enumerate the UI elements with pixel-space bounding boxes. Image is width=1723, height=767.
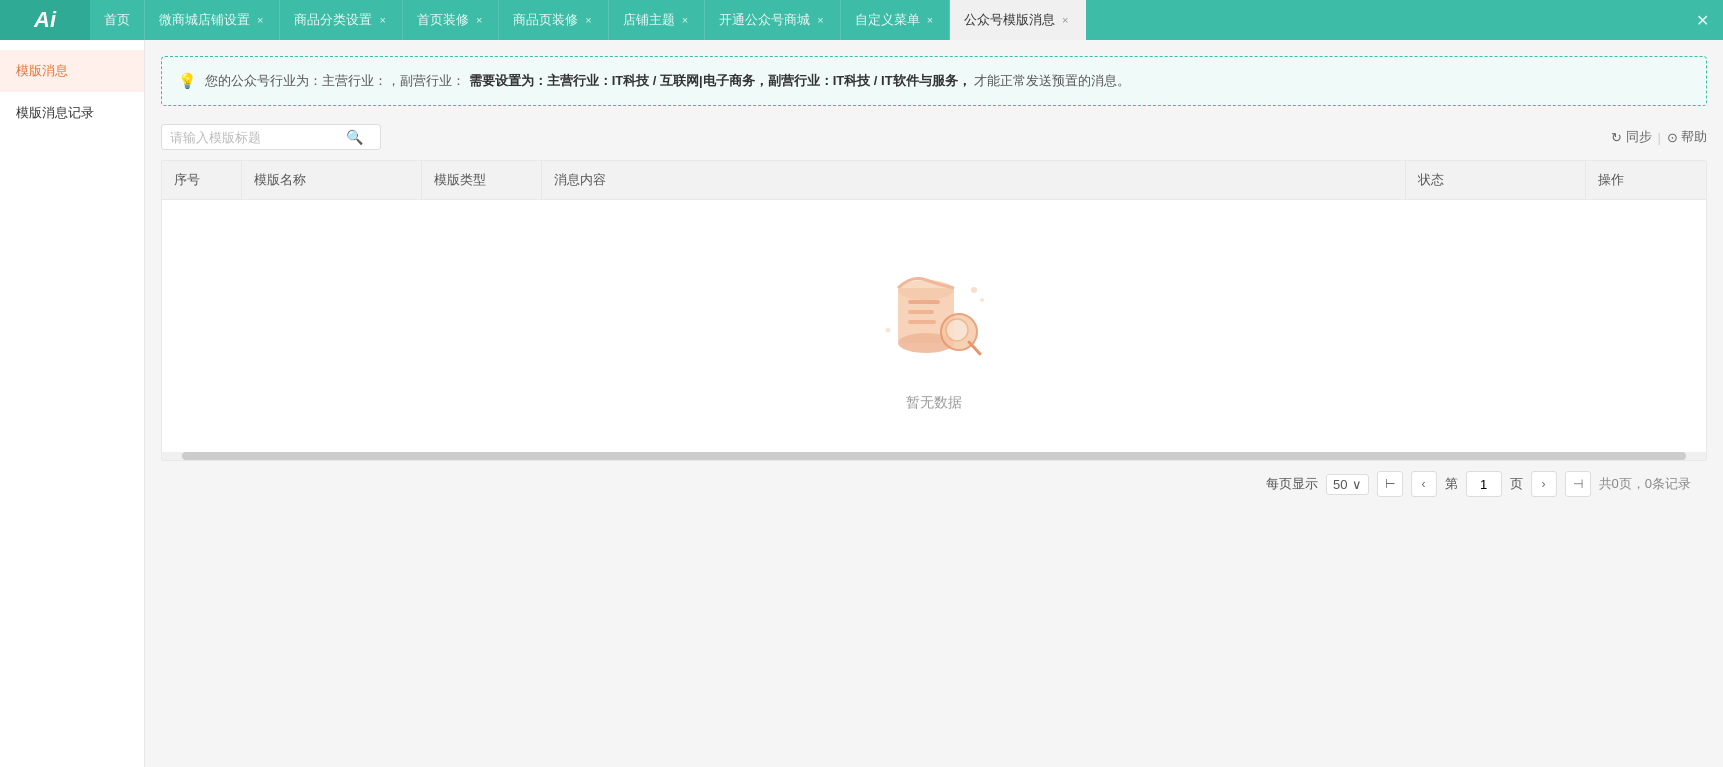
tab-close-icon[interactable]: × — [815, 14, 825, 27]
tab-bar: 首页微商城店铺设置×商品分类设置×首页装修×商品页装修×店铺主题×开通公众号商城… — [90, 0, 1682, 40]
notice-icon: 💡 — [178, 69, 197, 93]
data-table: 序号模版名称模版类型消息内容状态操作 — [161, 160, 1707, 461]
horizontal-scrollbar[interactable] — [162, 452, 1706, 460]
notice-box: 💡 您的公众号行业为：主营行业：，副营行业： 需要设置为：主营行业：IT科技 /… — [161, 56, 1707, 106]
search-box[interactable]: 🔍 — [161, 124, 381, 150]
tab-label: 店铺主题 — [623, 11, 675, 29]
th-content: 消息内容 — [542, 161, 1406, 199]
tab-close-icon[interactable]: × — [925, 14, 935, 27]
toolbar: 🔍 ↻ 同步 | ⊙ 帮助 — [161, 124, 1707, 150]
page-size-value: 50 — [1333, 477, 1347, 492]
tab-shop-setting[interactable]: 微商城店铺设置 × — [145, 0, 280, 40]
main-layout: 模版消息模版消息记录 💡 您的公众号行业为：主营行业：，副营行业： 需要设置为：… — [0, 40, 1723, 767]
top-nav: Ai 首页微商城店铺设置×商品分类设置×首页装修×商品页装修×店铺主题×开通公众… — [0, 0, 1723, 40]
tab-label: 开通公众号商城 — [719, 11, 810, 29]
search-input[interactable] — [170, 130, 340, 145]
total-info: 共0页，0条记录 — [1599, 475, 1691, 493]
current-page-input[interactable] — [1466, 471, 1502, 497]
logo: Ai — [0, 0, 90, 40]
svg-point-9 — [971, 287, 977, 293]
pagination: 每页显示 50 ∨ ⊢ ‹ 第 页 › ⊣ 共0页，0条记录 — [161, 461, 1707, 507]
th-status: 状态 — [1406, 161, 1586, 199]
page-size-chevron: ∨ — [1352, 477, 1362, 492]
tab-close-icon[interactable]: × — [680, 14, 690, 27]
toolbar-right: ↻ 同步 | ⊙ 帮助 — [1611, 128, 1707, 146]
tab-label: 首页装修 — [417, 11, 469, 29]
sidebar-item-template-msg[interactable]: 模版消息 — [0, 50, 144, 92]
next-page-button[interactable]: › — [1531, 471, 1557, 497]
tab-home[interactable]: 首页 — [90, 0, 145, 40]
page-di-label: 第 — [1445, 475, 1458, 493]
prev-page-button[interactable]: ‹ — [1411, 471, 1437, 497]
page-size-select[interactable]: 50 ∨ — [1326, 474, 1368, 495]
search-icon[interactable]: 🔍 — [346, 129, 363, 145]
th-type: 模版类型 — [422, 161, 542, 199]
content-area: 💡 您的公众号行业为：主营行业：，副营行业： 需要设置为：主营行业：IT科技 /… — [145, 40, 1723, 767]
th-index: 序号 — [162, 161, 242, 199]
tab-category-setting[interactable]: 商品分类设置 × — [280, 0, 402, 40]
tab-label: 自定义菜单 — [855, 11, 920, 29]
empty-text: 暂无数据 — [906, 394, 962, 412]
empty-icon — [874, 260, 994, 380]
help-icon: ⊙ — [1667, 130, 1678, 145]
svg-rect-5 — [908, 320, 936, 324]
sync-icon: ↻ — [1611, 130, 1622, 145]
tab-label: 商品分类设置 — [294, 11, 372, 29]
empty-state: 暂无数据 — [162, 200, 1706, 452]
svg-point-7 — [946, 319, 968, 341]
tab-template-msg[interactable]: 公众号模版消息 × — [950, 0, 1085, 40]
tab-label: 首页 — [104, 11, 130, 29]
divider: | — [1658, 130, 1661, 145]
tab-close-icon[interactable]: × — [583, 14, 593, 27]
sidebar-item-template-msg-log[interactable]: 模版消息记录 — [0, 92, 144, 134]
svg-rect-3 — [908, 300, 940, 304]
scroll-thumb[interactable] — [182, 452, 1686, 460]
svg-point-11 — [886, 328, 891, 333]
help-button[interactable]: ⊙ 帮助 — [1667, 128, 1707, 146]
tab-label: 公众号模版消息 — [964, 11, 1055, 29]
svg-line-8 — [969, 342, 980, 354]
tab-label: 商品页装修 — [513, 11, 578, 29]
notice-text: 您的公众号行业为：主营行业：，副营行业： 需要设置为：主营行业：IT科技 / 互… — [205, 71, 1130, 92]
tab-close-icon[interactable]: × — [255, 14, 265, 27]
th-action: 操作 — [1586, 161, 1706, 199]
sync-button[interactable]: ↻ 同步 — [1611, 128, 1652, 146]
tab-close-icon[interactable]: × — [474, 14, 484, 27]
page-size-label: 每页显示 — [1266, 475, 1318, 493]
tab-store-theme[interactable]: 店铺主题 × — [609, 0, 705, 40]
first-page-button[interactable]: ⊢ — [1377, 471, 1403, 497]
tab-custom-menu[interactable]: 自定义菜单 × — [841, 0, 950, 40]
tab-close-icon[interactable]: × — [1060, 14, 1070, 27]
tab-home-decor[interactable]: 首页装修 × — [403, 0, 499, 40]
svg-rect-4 — [908, 310, 934, 314]
table-header: 序号模版名称模版类型消息内容状态操作 — [162, 161, 1706, 200]
th-name: 模版名称 — [242, 161, 422, 199]
tab-close-icon[interactable]: × — [377, 14, 387, 27]
last-page-button[interactable]: ⊣ — [1565, 471, 1591, 497]
tab-product-decor[interactable]: 商品页装修 × — [499, 0, 608, 40]
page-unit-label: 页 — [1510, 475, 1523, 493]
close-all-button[interactable]: ✕ — [1682, 11, 1723, 30]
tab-open-mall[interactable]: 开通公众号商城 × — [705, 0, 840, 40]
tab-label: 微商城店铺设置 — [159, 11, 250, 29]
sidebar: 模版消息模版消息记录 — [0, 40, 145, 767]
svg-point-10 — [980, 298, 984, 302]
